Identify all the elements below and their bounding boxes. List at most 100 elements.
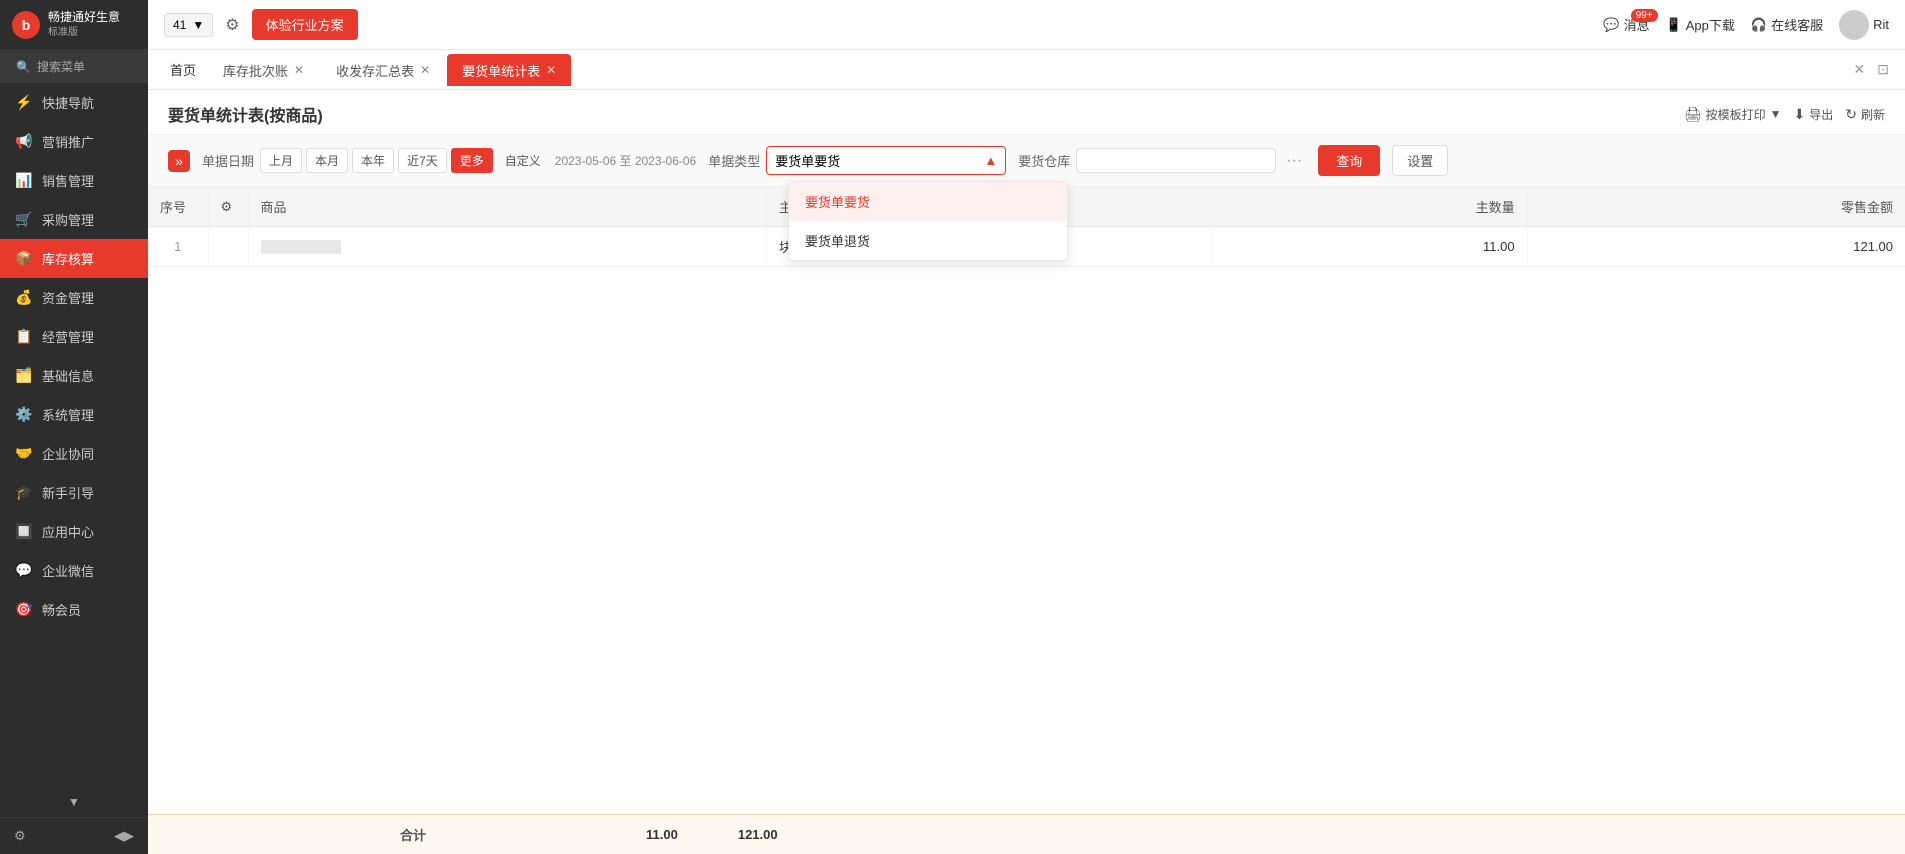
table-wrapper: 序号 ⚙ 商品 主计量单位 主数量: [148, 187, 1905, 814]
nav-icon-finance: 💰: [14, 289, 34, 306]
sidebar-item-vip[interactable]: 🎯 畅会员: [0, 590, 148, 629]
dropdown-item-order-return[interactable]: 要货单退货: [789, 221, 1067, 260]
header-settings-icon[interactable]: ⚙: [225, 15, 239, 35]
nav-icon-quick: ⚡: [14, 94, 34, 111]
header-left: 41 ▼ ⚙ 体验行业方案: [164, 9, 358, 40]
tab-home[interactable]: 首页: [160, 54, 206, 85]
footer-amount-val: 121.00: [738, 827, 778, 842]
store-selector[interactable]: 41 ▼: [164, 13, 213, 37]
nav-icon-vip: 🎯: [14, 601, 34, 618]
user-name: Rit: [1873, 17, 1889, 32]
tab-receivable[interactable]: 收发存汇总表 ✕: [321, 54, 445, 86]
sidebar-item-inventory[interactable]: 📦 库存核算: [0, 239, 148, 278]
print-template-btn[interactable]: 🖨 按模板打印 ▼: [1684, 106, 1782, 123]
header-right: 💬 消息 99+ 📱 App下载 🎧 在线客服 Rit: [1603, 10, 1889, 40]
nav-icon-basic: 🗂️: [14, 367, 34, 384]
nav-icon-system: ⚙️: [14, 406, 34, 423]
user-profile[interactable]: Rit: [1839, 10, 1889, 40]
warehouse-filter-input[interactable]: [1076, 148, 1276, 173]
online-service-btn[interactable]: 🎧 在线客服: [1751, 15, 1823, 34]
nav-icon-guide: 🎓: [14, 484, 34, 501]
expand-icon: »: [175, 153, 183, 169]
tab-batch-account-label: 库存批次账: [223, 61, 288, 80]
user-avatar: [1839, 10, 1869, 40]
tab-order-stats-close[interactable]: ✕: [546, 63, 556, 77]
sidebar-item-purchase[interactable]: 🛒 采购管理: [0, 200, 148, 239]
sidebar-item-marketing[interactable]: 📢 营销推广: [0, 122, 148, 161]
col-product-label: 商品: [261, 200, 287, 215]
col-amount-label: 零售金额: [1841, 200, 1893, 215]
sidebar-item-wechat[interactable]: 💬 企业微信: [0, 551, 148, 590]
date-quick-btns: 上月 本月 本年 近7天 更多 自定义: [260, 148, 549, 173]
refresh-btn[interactable]: ↻ 刷新: [1845, 106, 1885, 123]
col-header-amount: 零售金额: [1527, 187, 1905, 227]
more-filter-btn[interactable]: ···: [1282, 152, 1306, 170]
product-name-placeholder: [261, 240, 341, 254]
filter-expand-btn[interactable]: »: [168, 150, 190, 172]
store-dropdown-icon: ▼: [192, 18, 204, 32]
warehouse-filter-label: 要货仓库: [1018, 151, 1070, 170]
col-header-quantity: 主数量: [1211, 187, 1527, 227]
sidebar-item-basic[interactable]: 🗂️ 基础信息: [0, 356, 148, 395]
notifications-btn[interactable]: 💬 消息 99+: [1603, 15, 1649, 34]
col-header-settings[interactable]: ⚙: [208, 187, 248, 227]
collapse-sidebar-btn[interactable]: ◀▶: [114, 828, 134, 844]
nav-label-purchase: 采购管理: [42, 210, 94, 229]
sidebar-item-finance[interactable]: 💰 资金管理: [0, 278, 148, 317]
notification-icon: 💬: [1603, 17, 1619, 33]
query-button[interactable]: 查询: [1318, 145, 1380, 176]
date-custom-btn[interactable]: 自定义: [497, 149, 549, 172]
tab-batch-account-close[interactable]: ✕: [294, 63, 304, 77]
tab-close-all-btn[interactable]: ✕: [1850, 59, 1870, 80]
set-button[interactable]: 设置: [1392, 145, 1448, 176]
nav-label-wechat: 企业微信: [42, 561, 94, 580]
tab-expand-btn[interactable]: ⊡: [1873, 59, 1893, 80]
nav-icon-appstore: 🔲: [14, 523, 34, 540]
sidebar-item-sales[interactable]: 📊 销售管理: [0, 161, 148, 200]
sidebar: b 畅捷通好生意 标准版 🔍 搜索菜单 ⚡ 快捷导航 📢 营销推广 📊 销售管理…: [0, 0, 148, 854]
export-btn[interactable]: ⬇ 导出: [1794, 106, 1834, 123]
sidebar-scroll-down[interactable]: ▼: [64, 791, 84, 813]
nav-label-appstore: 应用中心: [42, 522, 94, 541]
dropdown-item-order-delivery[interactable]: 要货单要货: [789, 182, 1067, 221]
sidebar-item-appstore[interactable]: 🔲 应用中心: [0, 512, 148, 551]
search-icon: 🔍: [16, 60, 31, 74]
nav-label-system: 系统管理: [42, 405, 94, 424]
col-header-product: 商品: [248, 187, 767, 227]
tab-receivable-close[interactable]: ✕: [420, 63, 430, 77]
print-dropdown-icon: ▼: [1770, 107, 1782, 121]
page-content: 要货单统计表(按商品) 🖨 按模板打印 ▼ ⬇ 导出 ↻ 刷新: [148, 90, 1905, 854]
search-menu-label: 搜索菜单: [37, 58, 85, 75]
date-btn-last-month[interactable]: 上月: [260, 148, 302, 173]
date-filter-group: 单据日期 上月 本月 本年 近7天 更多 自定义 2023-05-06 至 20…: [202, 148, 696, 173]
trial-button[interactable]: 体验行业方案: [252, 9, 358, 40]
sidebar-item-guide[interactable]: 🎓 新手引导: [0, 473, 148, 512]
top-header: 41 ▼ ⚙ 体验行业方案 💬 消息 99+ 📱 App下载 🎧 在线客服: [148, 0, 1905, 50]
footer-quantity-val: 11.00: [646, 827, 678, 842]
sidebar-item-system[interactable]: ⚙️ 系统管理: [0, 395, 148, 434]
date-btn-7days[interactable]: 近7天: [398, 148, 447, 173]
export-label: 导出: [1809, 106, 1833, 123]
phone-icon: 📱: [1666, 17, 1682, 33]
nav-label-finance: 资金管理: [42, 288, 94, 307]
tab-batch-account[interactable]: 库存批次账 ✕: [208, 54, 319, 86]
nav-label-inventory: 库存核算: [42, 249, 94, 268]
type-filter-input[interactable]: 要货单要货 ▲: [766, 146, 1006, 175]
nav-label-guide: 新手引导: [42, 483, 94, 502]
sidebar-item-operation[interactable]: 📋 经营管理: [0, 317, 148, 356]
nav-icon-purchase: 🛒: [14, 211, 34, 228]
type-selected-value: 要货单要货: [775, 151, 840, 170]
page-actions: 🖨 按模板打印 ▼ ⬇ 导出 ↻ 刷新: [1684, 106, 1885, 123]
sidebar-item-enterprise[interactable]: 🤝 企业协同: [0, 434, 148, 473]
app-name: 畅捷通好生意: [48, 10, 120, 26]
settings-bottom-icon[interactable]: ⚙: [14, 828, 26, 844]
date-btn-more[interactable]: 更多: [451, 148, 493, 173]
sidebar-nav: ⚡ 快捷导航 📢 营销推广 📊 销售管理 🛒 采购管理 📦 库存核算 💰 资金管…: [0, 83, 148, 787]
cell-amount-1: 121.00: [1527, 227, 1905, 267]
tab-order-stats[interactable]: 要货单统计表 ✕: [447, 54, 571, 86]
sidebar-item-quick-nav[interactable]: ⚡ 快捷导航: [0, 83, 148, 122]
app-download-btn[interactable]: 📱 App下载: [1666, 15, 1735, 34]
search-menu[interactable]: 🔍 搜索菜单: [0, 50, 148, 83]
date-btn-this-month[interactable]: 本月: [306, 148, 348, 173]
date-btn-this-year[interactable]: 本年: [352, 148, 394, 173]
